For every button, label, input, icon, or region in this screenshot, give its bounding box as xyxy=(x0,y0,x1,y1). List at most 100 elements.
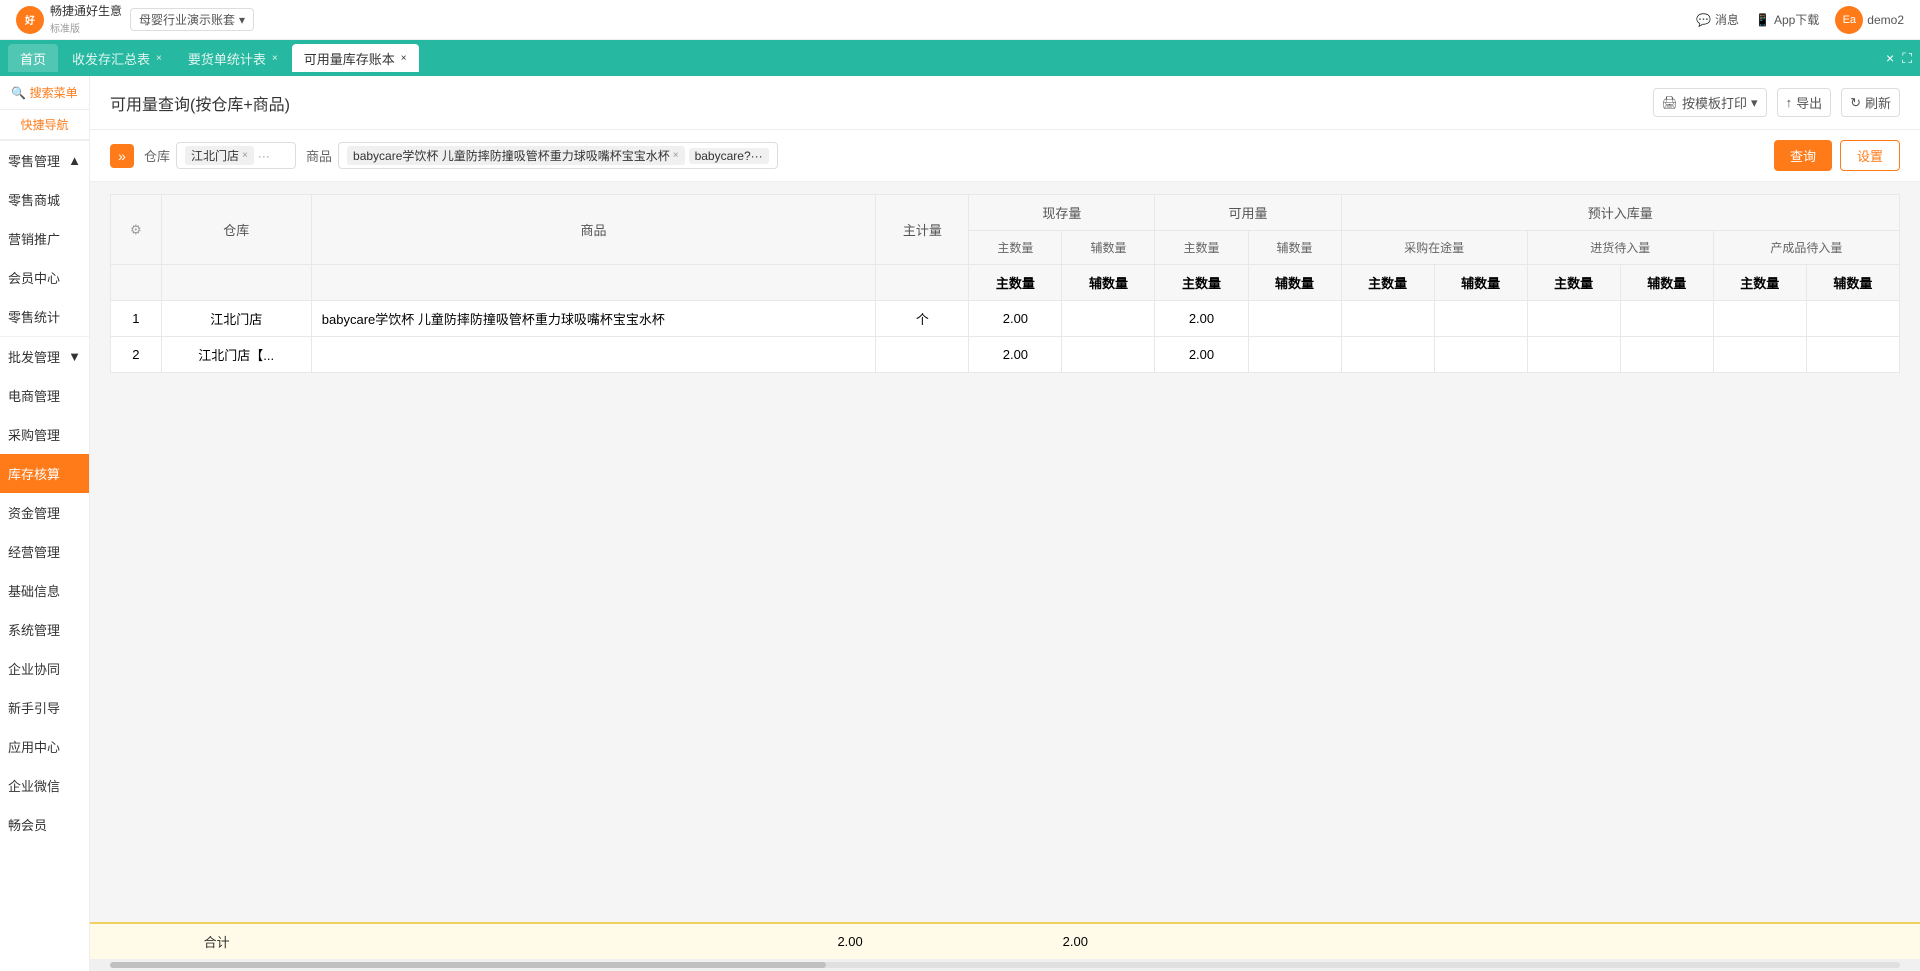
cell-stock-aux xyxy=(1062,301,1155,337)
warehouse-more[interactable]: ··· xyxy=(258,149,270,163)
settings-btn[interactable]: 设置 xyxy=(1840,140,1900,171)
th-stock-aux: 辅数量 xyxy=(1062,231,1155,265)
th-settings[interactable]: ⚙ xyxy=(111,195,162,265)
sidebar-item-vip[interactable]: 畅会员 xyxy=(0,805,89,844)
cell-avail-aux xyxy=(1248,337,1341,373)
sidebar-label-system: 系统管理 xyxy=(8,620,60,639)
tab-stock[interactable]: 可用量库存账本 × xyxy=(292,44,419,72)
sidebar-item-wholesale[interactable]: 批发管理 ▼ xyxy=(0,336,89,376)
sidebar-item-purchase[interactable]: 采购管理 xyxy=(0,415,89,454)
cell-warehouse: 江北门店【... xyxy=(161,337,311,373)
filter-actions: 查询 设置 xyxy=(1774,140,1900,171)
tab-order-label: 要货单统计表 xyxy=(188,49,266,68)
message-btn[interactable]: 💬 消息 xyxy=(1696,11,1739,28)
th-pra: 辅数量 xyxy=(1806,265,1899,301)
th-incoming: 进货待入量 xyxy=(1527,231,1713,265)
top-bar-left: 好 畅捷通好生意 标准版 母婴行业演示账套 ▾ xyxy=(16,4,254,35)
industry-label: 母婴行业演示账套 xyxy=(139,11,235,28)
logo-area: 好 畅捷通好生意 标准版 xyxy=(16,4,122,35)
cell-prod-main xyxy=(1713,301,1806,337)
th-prm: 主数量 xyxy=(1713,265,1806,301)
nav-controls: × ⛶ xyxy=(1886,50,1912,67)
sidebar-item-operation[interactable]: 经营管理 xyxy=(0,532,89,571)
product-tag-text: babycare学饮杯 儿童防摔防撞吸管杯重力球吸嘴杯宝宝水杯 xyxy=(353,147,670,164)
cell-in-main xyxy=(1527,301,1620,337)
warehouse-label: 仓库 xyxy=(144,146,170,165)
th-avail-main: 主数量 xyxy=(1155,231,1248,265)
warehouse-input[interactable]: 江北门店 × ··· xyxy=(176,142,296,169)
export-btn[interactable]: ↑ 导出 xyxy=(1777,88,1832,117)
cell-avail-main: 2.00 xyxy=(1155,337,1248,373)
product-field: 商品 babycare学饮杯 儿童防摔防撞吸管杯重力球吸嘴杯宝宝水杯 × bab… xyxy=(306,142,778,169)
export-label: 导出 xyxy=(1796,93,1822,112)
sidebar-item-retail_stats[interactable]: 零售统计 xyxy=(0,297,89,336)
tab-stock-close[interactable]: × xyxy=(401,53,407,64)
tab-order-close[interactable]: × xyxy=(272,53,278,64)
footer-empty1 xyxy=(90,924,146,959)
warehouse-tag-close[interactable]: × xyxy=(242,150,248,161)
page-actions: 🖨 按模板打印 ▾ ↑ 导出 ↻ 刷新 xyxy=(1653,88,1901,117)
product-tag2-text: babycare?··· xyxy=(695,149,763,163)
th-unit: 主计量 xyxy=(876,195,969,265)
cell-in-aux xyxy=(1620,301,1713,337)
sidebar-item-basic[interactable]: 基础信息 xyxy=(0,571,89,610)
scroll-thumb xyxy=(110,962,826,968)
tab-order[interactable]: 要货单统计表 × xyxy=(176,44,290,72)
sidebar-item-inventory[interactable]: 库存核算 xyxy=(0,454,89,493)
quick-nav-label: 快捷导航 xyxy=(20,118,68,132)
tab-receivable[interactable]: 收发存汇总表 × xyxy=(60,44,174,72)
sidebar-label-operation: 经营管理 xyxy=(8,542,60,561)
sidebar-item-finance[interactable]: 资金管理 xyxy=(0,493,89,532)
cell-index: 2 xyxy=(111,337,162,373)
logo-text-block: 畅捷通好生意 标准版 xyxy=(50,4,122,35)
expand-btn[interactable]: » xyxy=(110,144,134,168)
cell-pt-main xyxy=(1341,301,1434,337)
tab-home-label: 首页 xyxy=(20,49,46,68)
sidebar-item-system[interactable]: 系统管理 xyxy=(0,610,89,649)
fullscreen-icon[interactable]: ⛶ xyxy=(1902,50,1912,67)
product-input[interactable]: babycare学饮杯 儿童防摔防撞吸管杯重力球吸嘴杯宝宝水杯 × babyca… xyxy=(338,142,778,169)
cell-pt-aux xyxy=(1434,337,1527,373)
warehouse-field: 仓库 江北门店 × ··· xyxy=(144,142,296,169)
sidebar-item-retail_mgmt[interactable]: 零售管理 ▲ xyxy=(0,140,89,180)
footer-stock-aux xyxy=(906,924,1019,959)
expand-icon: » xyxy=(118,148,126,164)
refresh-btn[interactable]: ↻ 刷新 xyxy=(1841,88,1900,117)
horizontal-scrollbar[interactable] xyxy=(90,959,1920,971)
th-sm: 主数量 xyxy=(969,265,1062,301)
table-row: 2 江北门店【... 2.00 2.00 xyxy=(111,337,1900,373)
th-warehouse: 仓库 xyxy=(161,195,311,265)
export-icon: ↑ xyxy=(1786,95,1793,110)
th-am: 主数量 xyxy=(1155,265,1248,301)
cell-avail-main: 2.00 xyxy=(1155,301,1248,337)
sidebar-item-marketing[interactable]: 营销推广 xyxy=(0,219,89,258)
sidebar-item-wechat[interactable]: 企业微信 xyxy=(0,766,89,805)
user-btn[interactable]: Ea demo2 xyxy=(1835,6,1904,34)
cell-product xyxy=(311,337,876,373)
sidebar-label-appstore: 应用中心 xyxy=(8,737,60,756)
th-current-stock: 现存量 xyxy=(969,195,1155,231)
product-label: 商品 xyxy=(306,146,332,165)
product-tag-close[interactable]: × xyxy=(673,150,679,161)
tab-receivable-close[interactable]: × xyxy=(156,53,162,64)
footer-in-main xyxy=(1469,924,1582,959)
sidebar-item-appstore[interactable]: 应用中心 xyxy=(0,727,89,766)
cell-pt-aux xyxy=(1434,301,1527,337)
sidebar-item-ecommerce[interactable]: 电商管理 xyxy=(0,376,89,415)
close-all-icon[interactable]: × xyxy=(1886,50,1894,67)
th-wh-empty xyxy=(161,265,311,301)
sidebar-quick-nav[interactable]: 快捷导航 xyxy=(0,110,89,140)
query-btn[interactable]: 查询 xyxy=(1774,140,1832,171)
th-product: 商品 xyxy=(311,195,876,265)
sidebar-item-member[interactable]: 会员中心 xyxy=(0,258,89,297)
industry-selector[interactable]: 母婴行业演示账套 ▾ xyxy=(130,8,254,31)
table-footer: 合计 2.00 2.00 xyxy=(90,922,1920,959)
sidebar-item-guide[interactable]: 新手引导 xyxy=(0,688,89,727)
sidebar-item-retail_store[interactable]: 零售商城 xyxy=(0,180,89,219)
print-btn[interactable]: 🖨 按模板打印 ▾ xyxy=(1653,88,1767,117)
sidebar-item-enterprise[interactable]: 企业协同 xyxy=(0,649,89,688)
top-bar: 好 畅捷通好生意 标准版 母婴行业演示账套 ▾ 💬 消息 📱 App下载 Ea … xyxy=(0,0,1920,40)
sidebar-search[interactable]: 🔍 搜索菜单 xyxy=(0,76,89,110)
app-download-btn[interactable]: 📱 App下载 xyxy=(1755,11,1819,28)
tab-home[interactable]: 首页 xyxy=(8,44,58,72)
